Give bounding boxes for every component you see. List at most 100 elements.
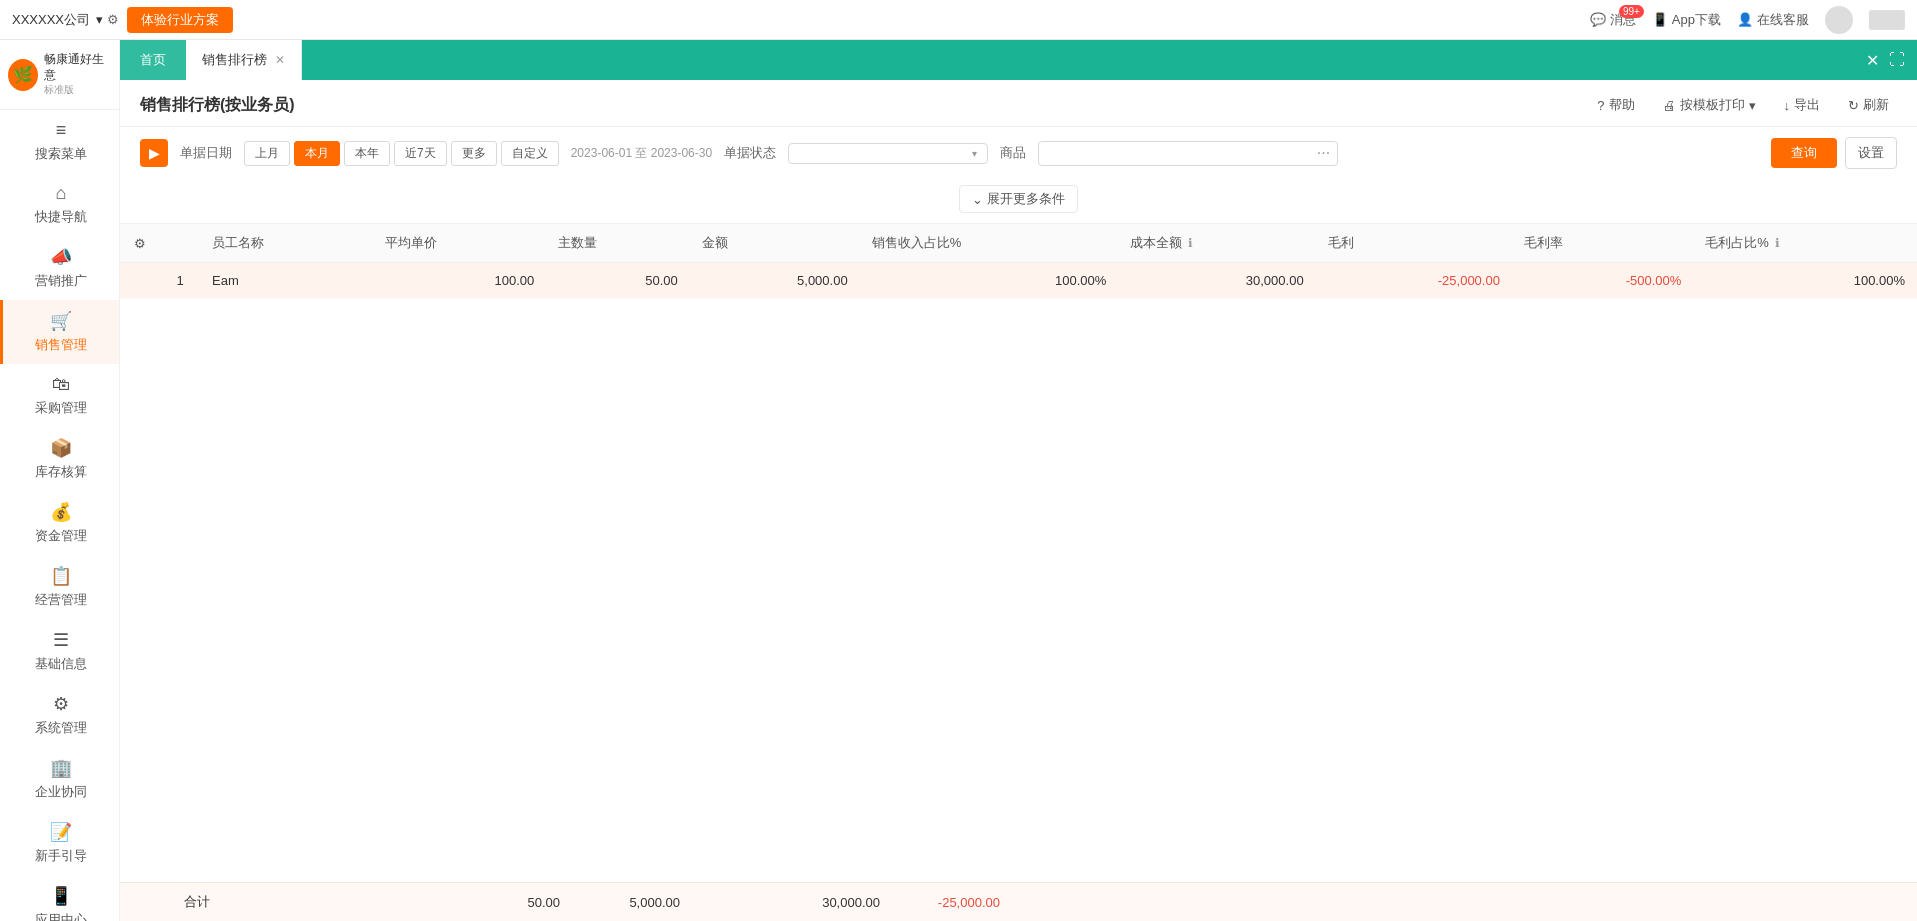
date-btn-more[interactable]: 更多 (451, 141, 497, 166)
cost-info-icon[interactable]: ℹ (1188, 236, 1193, 250)
filter-expand-arrow[interactable]: ▶ (140, 139, 168, 167)
table-footer: 合计 50.00 5,000.00 30,000.00 -25,000.00 (120, 882, 1917, 921)
status-label: 单据状态 (724, 144, 776, 162)
online-service-btn[interactable]: 👤 在线客服 (1737, 11, 1809, 29)
date-btn-this-year[interactable]: 本年 (344, 141, 390, 166)
date-btn-last-month[interactable]: 上月 (244, 141, 290, 166)
tab-bar: 首页 销售排行榜 ✕ ✕ ⛶ (120, 40, 1917, 80)
filter-row-1: ▶ 单据日期 上月 本月 本年 近7天 更多 自定义 2023-06-01 至 … (140, 137, 1897, 169)
quick-nav-icon: ⌂ (56, 183, 67, 204)
tab-home[interactable]: 首页 (120, 40, 186, 80)
basic-info-icon: ☰ (53, 629, 69, 651)
date-btn-custom[interactable]: 自定义 (501, 141, 559, 166)
app-download-btn[interactable]: 📱 App下载 (1652, 11, 1721, 29)
col-settings[interactable]: ⚙ (120, 224, 160, 263)
print-dropdown-icon: ▾ (1749, 98, 1756, 113)
sidebar-item-enterprise[interactable]: 🏢 企业协同 (0, 747, 119, 811)
print-btn[interactable]: 🖨 按模板打印 ▾ (1655, 92, 1764, 118)
sidebar-item-label: 库存核算 (35, 463, 87, 481)
sidebar-item-label: 营销推广 (35, 272, 87, 290)
sidebar-item-marketing[interactable]: 📣 营销推广 (0, 236, 119, 300)
cell-settings (120, 263, 160, 299)
gross-pct-info-icon[interactable]: ℹ (1775, 236, 1780, 250)
sidebar-item-inventory[interactable]: 📦 库存核算 (0, 427, 119, 491)
refresh-icon: ↻ (1848, 98, 1859, 113)
sidebar-item-quick-nav[interactable]: ⌂ 快捷导航 (0, 173, 119, 236)
footer-cost: 30,000.00 (772, 895, 892, 910)
cell-rank: 1 (160, 263, 200, 299)
search-order-icon: ≡ (56, 120, 67, 141)
sidebar-item-system[interactable]: ⚙ 系统管理 (0, 683, 119, 747)
sidebar-item-basic-info[interactable]: ☰ 基础信息 (0, 619, 119, 683)
guide-icon: 📝 (50, 821, 72, 843)
date-btn-this-month[interactable]: 本月 (294, 141, 340, 166)
company-dropdown-icon: ▾ (96, 12, 103, 27)
footer-label: 合计 (172, 893, 372, 911)
tab-close-icon[interactable]: ✕ (275, 53, 285, 67)
app-center-icon: 📱 (50, 885, 72, 907)
company-name: XXXXXX公司 (12, 11, 90, 29)
cell-qty: 50.00 (546, 263, 690, 299)
user-name[interactable] (1869, 10, 1905, 30)
tab-minimize-btn[interactable]: ✕ (1862, 47, 1883, 74)
export-btn[interactable]: ↓ 导出 (1776, 92, 1829, 118)
sidebar-logo: 🌿 畅康通好生意 标准版 (0, 40, 119, 110)
sidebar-item-label: 经营管理 (35, 591, 87, 609)
sidebar-item-label: 搜索菜单 (35, 145, 87, 163)
col-sales-pct: 销售收入占比% (860, 224, 1119, 263)
expand-more-btn[interactable]: ⌄ 展开更多条件 (959, 185, 1078, 213)
goods-input-wrap: ··· (1038, 141, 1338, 166)
goods-label: 商品 (1000, 144, 1026, 162)
date-label: 单据日期 (180, 144, 232, 162)
sidebar-item-purchase[interactable]: 🛍 采购管理 (0, 364, 119, 427)
table-row: 1 Eam 100.00 50.00 5,000.00 100.00% 30,0… (120, 263, 1917, 299)
logo-text: 畅康通好生意 标准版 (44, 52, 111, 97)
status-select[interactable]: ▾ (788, 143, 988, 164)
enterprise-icon: 🏢 (50, 757, 72, 779)
sidebar-item-label: 新手引导 (35, 847, 87, 865)
service-icon: 👤 (1737, 12, 1753, 27)
tab-sales-ranking[interactable]: 销售排行榜 ✕ (186, 40, 302, 80)
message-btn[interactable]: 💬 消息 99+ (1590, 11, 1636, 29)
date-range-display: 2023-06-01 至 2023-06-30 (571, 145, 712, 162)
tab-maximize-btn[interactable]: ⛶ (1885, 47, 1909, 73)
help-btn[interactable]: ? 帮助 (1589, 92, 1642, 118)
trial-button[interactable]: 体验行业方案 (127, 7, 233, 33)
goods-dots[interactable]: ··· (1317, 144, 1330, 162)
system-icon: ⚙ (53, 693, 69, 715)
cell-sales-pct: 100.00% (860, 263, 1119, 299)
sidebar-item-app-center[interactable]: 📱 应用中心 (0, 875, 119, 921)
settings-button[interactable]: 设置 (1845, 137, 1897, 169)
gear-icon[interactable]: ⚙ (107, 12, 119, 27)
sidebar-item-guide[interactable]: 📝 新手引导 (0, 811, 119, 875)
date-buttons: 上月 本月 本年 近7天 更多 自定义 (244, 141, 559, 166)
user-avatar[interactable] (1825, 6, 1853, 34)
purchase-icon: 🛍 (52, 374, 70, 395)
top-bar: XXXXXX公司 ▾ ⚙ 体验行业方案 💬 消息 99+ 📱 App下载 👤 在… (0, 0, 1917, 40)
col-gross-rate: 毛利率 (1512, 224, 1693, 263)
cell-cost: 30,000.00 (1118, 263, 1315, 299)
date-btn-7days[interactable]: 近7天 (394, 141, 447, 166)
sidebar-item-sales[interactable]: 🛒 销售管理 (0, 300, 119, 364)
content-area: 首页 销售排行榜 ✕ ✕ ⛶ 销售排行榜(按业务员) ? 帮助 🖨 (120, 40, 1917, 921)
sidebar-item-operations[interactable]: 📋 经营管理 (0, 555, 119, 619)
expand-down-icon: ⌄ (972, 192, 983, 207)
cell-name: Eam (200, 263, 373, 299)
sidebar-item-finance[interactable]: 💰 资金管理 (0, 491, 119, 555)
sidebar-item-search-order[interactable]: ≡ 搜索菜单 (0, 110, 119, 173)
sidebar-item-label: 系统管理 (35, 719, 87, 737)
sales-table: ⚙ 员工名称 平均单价 主数量 金额 销售收入占比% 成本全额 ℹ 毛利 毛利率… (120, 224, 1917, 299)
company-selector[interactable]: XXXXXX公司 ▾ (12, 11, 103, 29)
col-amount: 金额 (690, 224, 860, 263)
finance-icon: 💰 (50, 501, 72, 523)
logo-title: 畅康通好生意 (44, 52, 111, 83)
operations-icon: 📋 (50, 565, 72, 587)
col-gross: 毛利 (1316, 224, 1512, 263)
inventory-icon: 📦 (50, 437, 72, 459)
goods-input[interactable] (1038, 141, 1338, 166)
top-bar-right: 💬 消息 99+ 📱 App下载 👤 在线客服 (1590, 6, 1905, 34)
refresh-btn[interactable]: ↻ 刷新 (1840, 92, 1897, 118)
query-button[interactable]: 查询 (1771, 138, 1837, 168)
sidebar-item-label: 销售管理 (35, 336, 87, 354)
cell-gross: -25,000.00 (1316, 263, 1512, 299)
